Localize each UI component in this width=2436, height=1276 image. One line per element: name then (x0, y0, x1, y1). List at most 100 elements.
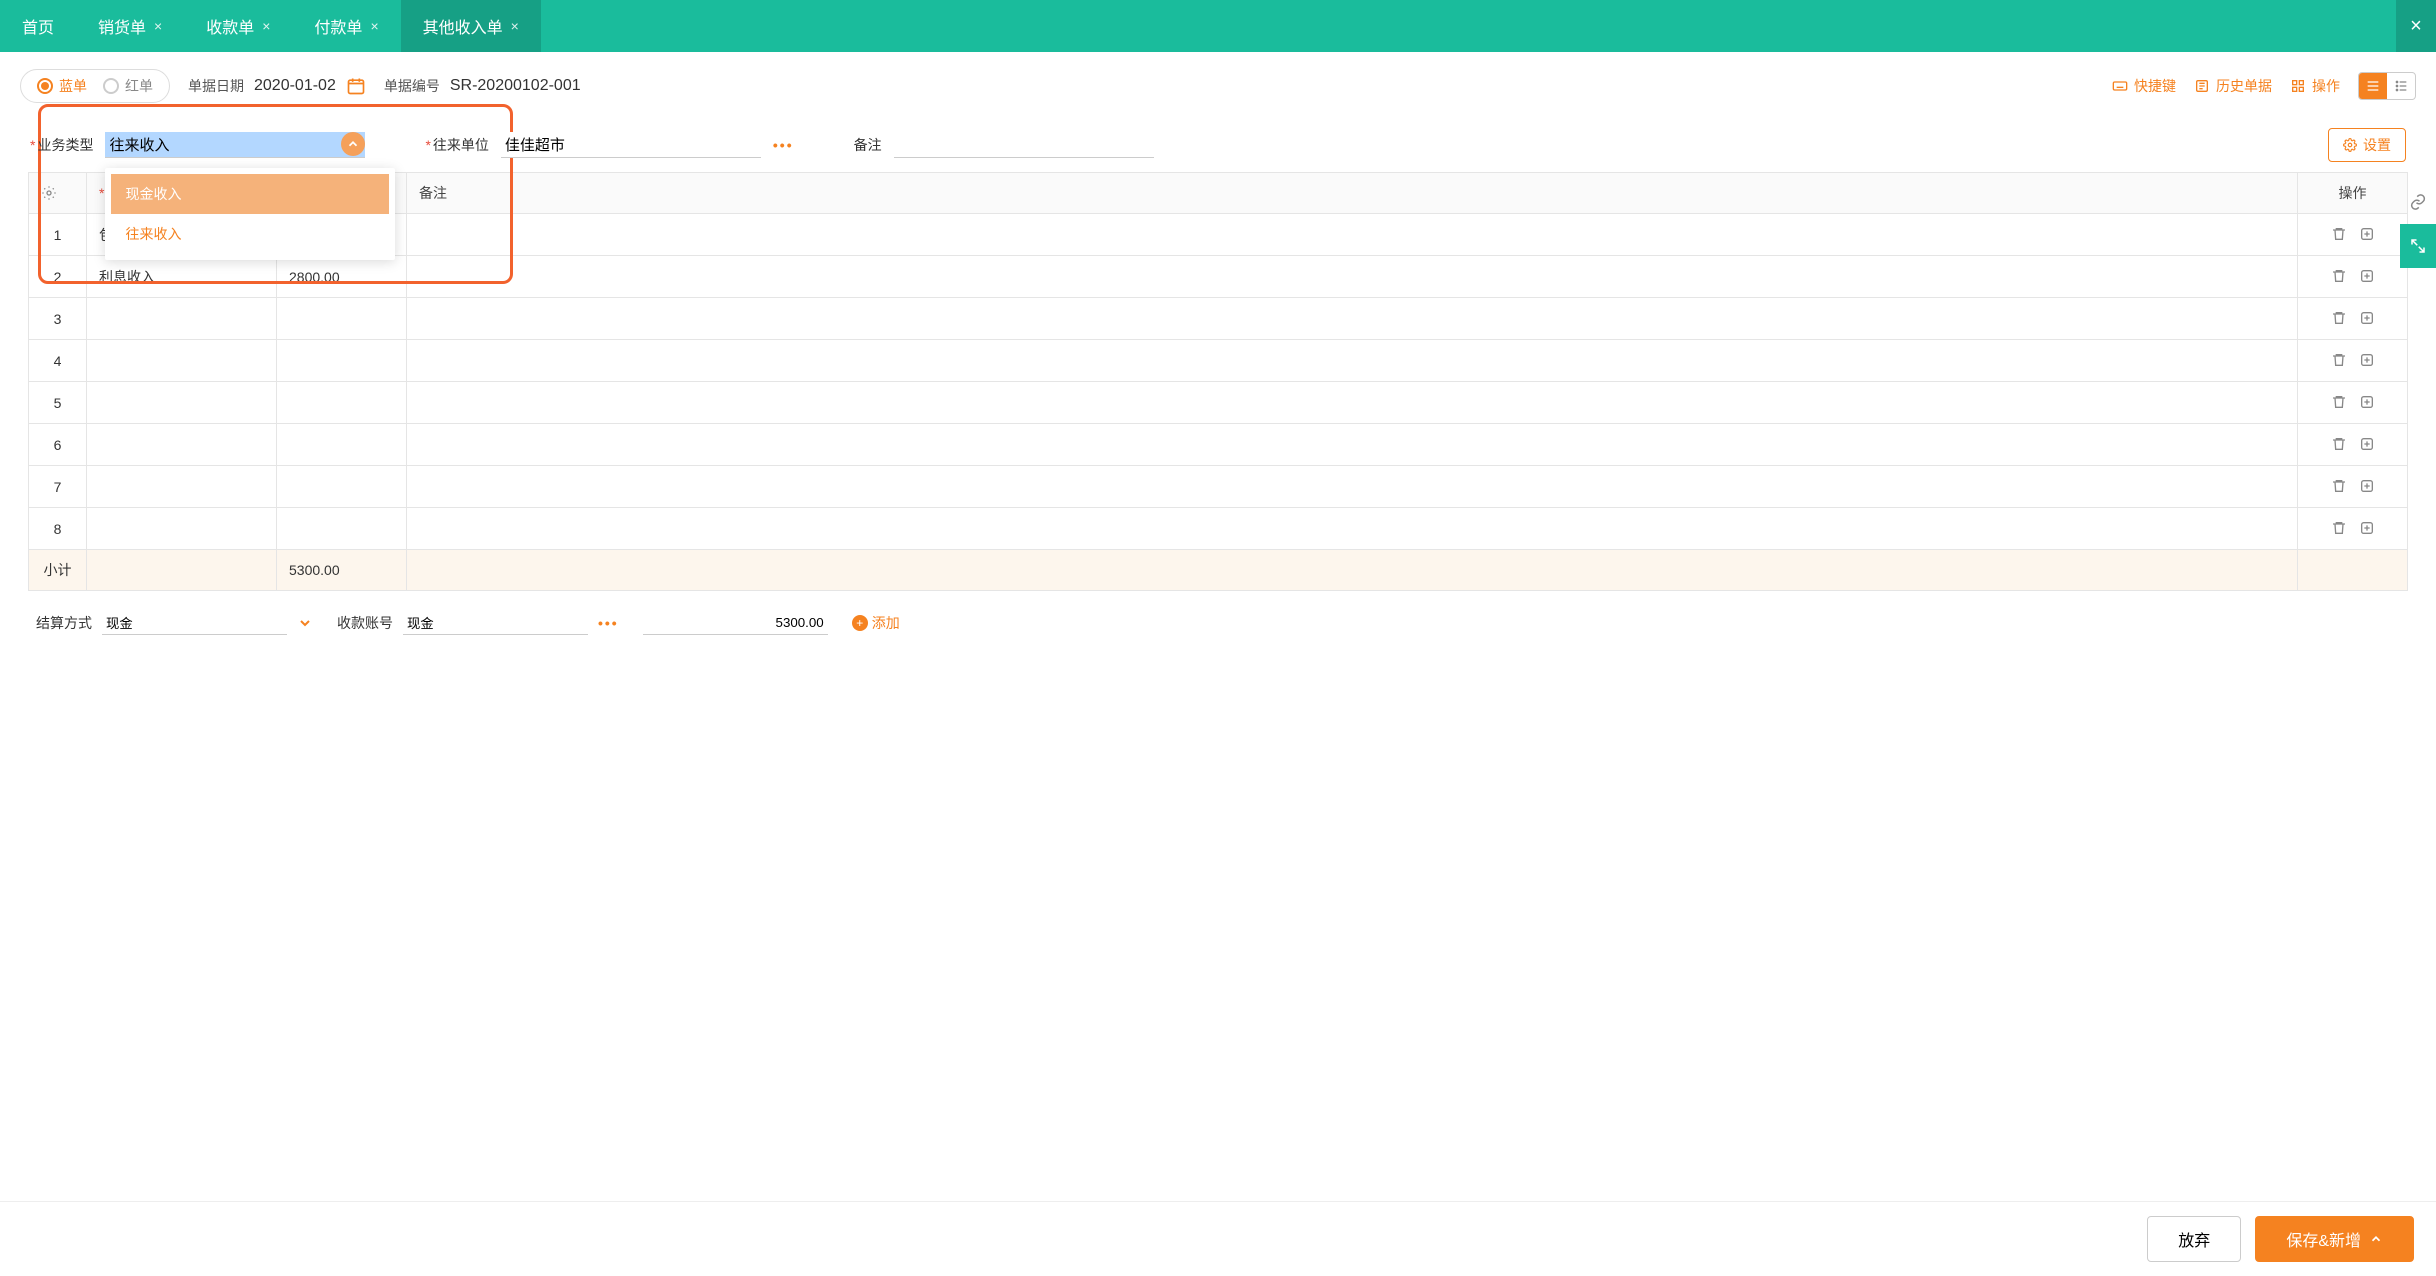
doc-no-value: SR-20200102-001 (450, 77, 581, 95)
tab-sales-order[interactable]: 销货单 × (76, 0, 184, 52)
dropdown-option-related-income[interactable]: 往来收入 (111, 214, 389, 254)
cell-category[interactable] (87, 466, 277, 508)
remark-field: 备注 (854, 132, 1154, 158)
cell-remark[interactable] (407, 382, 2298, 424)
cell-category[interactable] (87, 424, 277, 466)
delete-row-button[interactable] (2329, 434, 2349, 454)
save-and-add-button[interactable]: 保存&新增 (2255, 1216, 2414, 1262)
party-input[interactable] (501, 132, 761, 158)
add-row-button[interactable] (2357, 266, 2377, 286)
add-row-button[interactable] (2357, 518, 2377, 538)
cancel-button[interactable]: 放弃 (2147, 1216, 2241, 1262)
cell-amount[interactable] (277, 298, 407, 340)
tab-receipt[interactable]: 收款单× (184, 0, 292, 52)
delete-row-button[interactable] (2329, 224, 2349, 244)
table-row[interactable]: 8 (29, 508, 2408, 550)
table-row[interactable]: 6 (29, 424, 2408, 466)
radio-blue[interactable]: 蓝单 (37, 76, 87, 96)
history-link[interactable]: 历史单据 (2194, 76, 2272, 96)
add-row-button[interactable] (2357, 224, 2377, 244)
settings-button[interactable]: 设置 (2328, 128, 2406, 162)
tab-label: 首页 (22, 14, 54, 38)
add-row-button[interactable]: + 添加 (852, 613, 900, 633)
cell-amount[interactable] (277, 466, 407, 508)
trash-icon (2331, 226, 2347, 242)
cell-remark[interactable] (407, 340, 2298, 382)
close-icon[interactable]: × (511, 18, 519, 34)
tab-label: 销货单 (98, 14, 146, 38)
cell-amount[interactable] (277, 508, 407, 550)
delete-row-button[interactable] (2329, 308, 2349, 328)
delete-row-button[interactable] (2329, 350, 2349, 370)
tab-bar-close-button[interactable]: × (2396, 0, 2436, 52)
close-icon[interactable]: × (154, 18, 162, 34)
delete-row-button[interactable] (2329, 476, 2349, 496)
view-list-button[interactable] (2359, 73, 2387, 99)
col-ops: 操作 (2298, 173, 2408, 214)
add-row-button[interactable] (2357, 350, 2377, 370)
cell-category[interactable] (87, 340, 277, 382)
remark-input[interactable] (894, 132, 1154, 158)
cell-remark[interactable] (407, 424, 2298, 466)
ops-link[interactable]: 操作 (2290, 76, 2340, 96)
amount-input[interactable] (643, 611, 828, 635)
tab-home[interactable]: 首页 (0, 0, 76, 52)
add-row-button[interactable] (2357, 434, 2377, 454)
delete-row-button[interactable] (2329, 266, 2349, 286)
cell-amount[interactable] (277, 424, 407, 466)
recv-account-lookup-button[interactable]: ••• (598, 615, 619, 631)
expand-button[interactable] (2400, 224, 2436, 268)
delete-row-button[interactable] (2329, 392, 2349, 412)
radio-red[interactable]: 红单 (103, 76, 153, 96)
table-row[interactable]: 2利息收入2800.00 (29, 256, 2408, 298)
chevron-down-icon[interactable] (297, 615, 313, 631)
cell-amount[interactable]: 2800.00 (277, 256, 407, 298)
row-index: 2 (29, 256, 87, 298)
gear-icon (41, 185, 57, 201)
dropdown-option-cash-income[interactable]: 现金收入 (111, 174, 389, 214)
add-row-button[interactable] (2357, 476, 2377, 496)
row-index: 4 (29, 340, 87, 382)
attachment-button[interactable] (2400, 180, 2436, 224)
col-gear[interactable] (29, 173, 87, 214)
tab-other-income[interactable]: 其他收入单× (401, 0, 541, 52)
table-row[interactable]: 3 (29, 298, 2408, 340)
link-icon (2409, 193, 2427, 211)
close-icon[interactable]: × (262, 18, 270, 34)
col-remark: 备注 (407, 173, 2298, 214)
recv-account-input[interactable] (403, 611, 588, 635)
shortcut-link[interactable]: 快捷键 (2112, 76, 2176, 96)
close-icon[interactable]: × (370, 18, 378, 34)
tab-payment[interactable]: 付款单× (292, 0, 400, 52)
cell-amount[interactable] (277, 382, 407, 424)
subtotal-amount: 5300.00 (277, 550, 407, 591)
settle-method-input[interactable] (102, 611, 287, 635)
party-lookup-button[interactable]: ••• (773, 137, 794, 153)
cell-remark[interactable] (407, 256, 2298, 298)
cell-category[interactable] (87, 298, 277, 340)
table-row[interactable]: 7 (29, 466, 2408, 508)
cell-amount[interactable] (277, 340, 407, 382)
cell-category[interactable] (87, 508, 277, 550)
button-label: 保存&新增 (2286, 1227, 2361, 1251)
cell-remark[interactable] (407, 466, 2298, 508)
delete-row-button[interactable] (2329, 518, 2349, 538)
cell-remark[interactable] (407, 508, 2298, 550)
calendar-icon[interactable] (346, 76, 366, 96)
biz-type-input[interactable] (105, 132, 365, 158)
side-rail (2400, 180, 2436, 268)
add-row-button[interactable] (2357, 392, 2377, 412)
view-detail-button[interactable] (2387, 73, 2415, 99)
trash-icon (2331, 310, 2347, 326)
add-row-button[interactable] (2357, 308, 2377, 328)
cell-remark[interactable] (407, 298, 2298, 340)
doc-date-value[interactable]: 2020-01-02 (254, 77, 336, 95)
cell-category[interactable]: 利息收入 (87, 256, 277, 298)
cell-ops (2298, 382, 2408, 424)
cell-category[interactable] (87, 382, 277, 424)
table-row[interactable]: 4 (29, 340, 2408, 382)
plus-box-icon (2359, 310, 2375, 326)
cell-remark[interactable] (407, 214, 2298, 256)
doc-color-radio-group: 蓝单 红单 (20, 69, 170, 103)
table-row[interactable]: 5 (29, 382, 2408, 424)
